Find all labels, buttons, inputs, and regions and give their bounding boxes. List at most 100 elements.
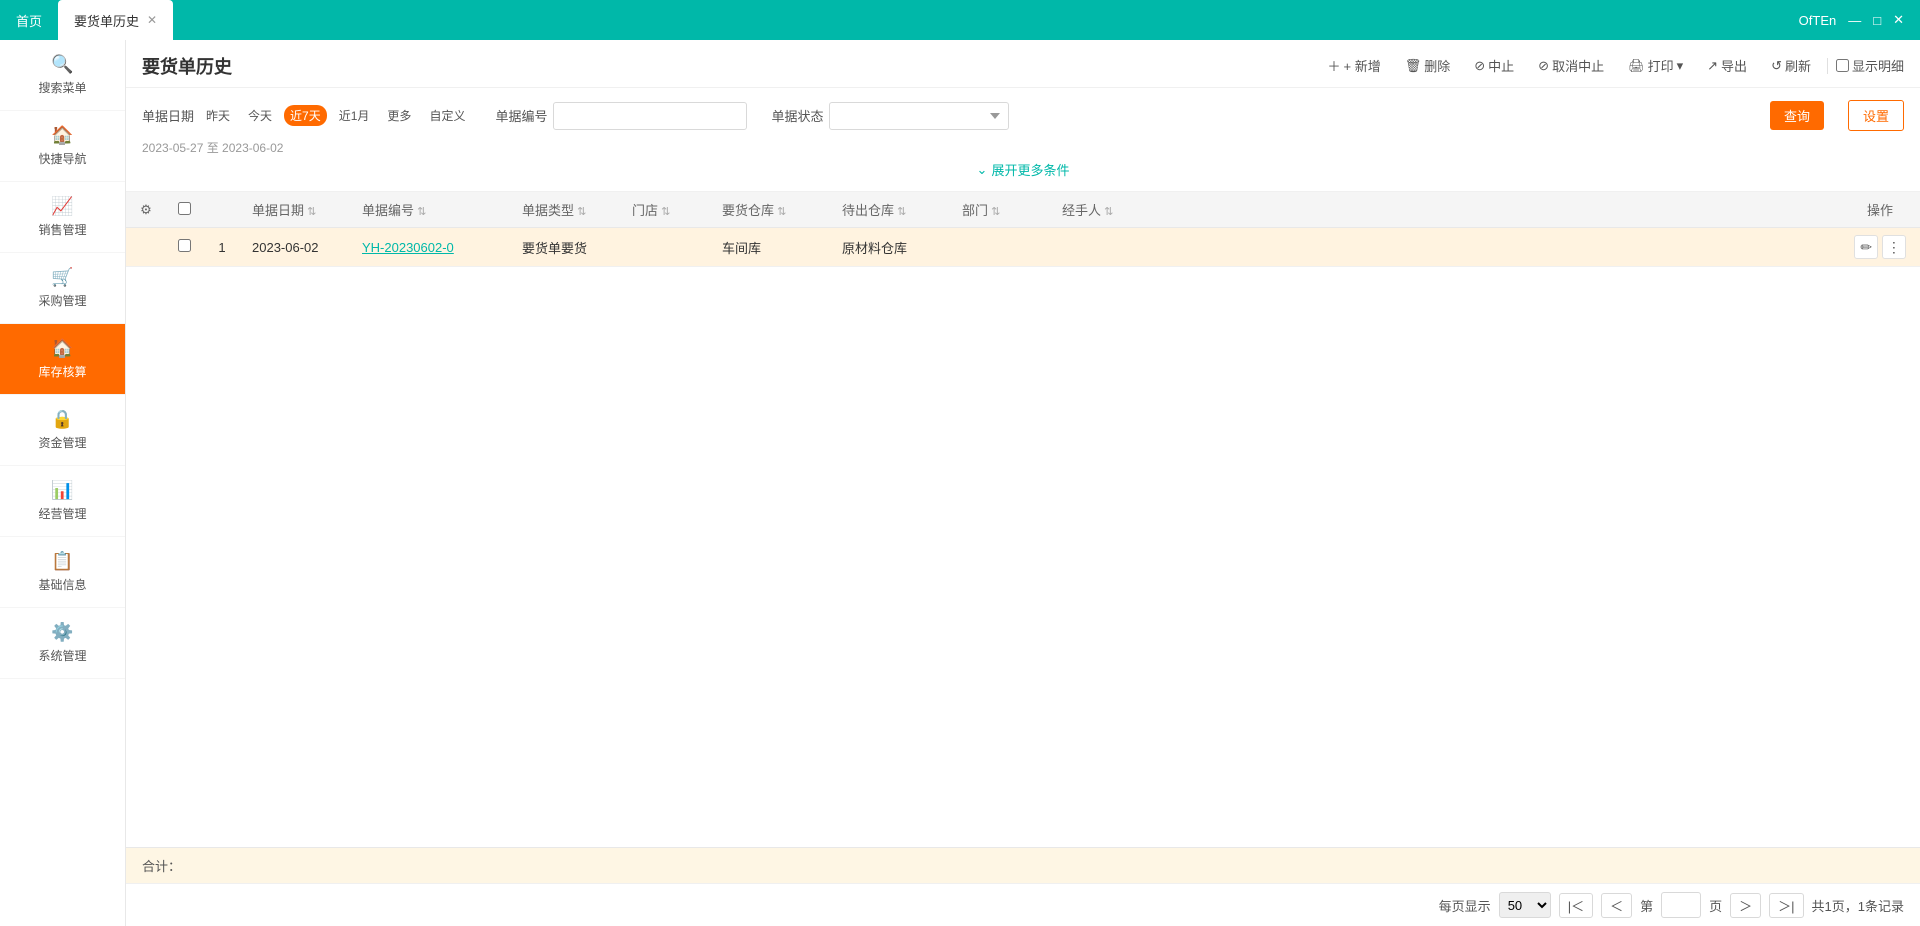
row-edit-btn-1[interactable]: ✏ [1854,235,1878,259]
tab-requisition-history-label: 要货单历史 [74,11,139,30]
page-container: 要货单历史 ＋ + 新增 🗑 删除 ⊘ 中止 ⊘ [126,40,1920,926]
tab-home[interactable]: 首页 [0,0,58,40]
th-no[interactable]: 单据编号 [352,192,512,228]
first-page-btn[interactable]: |＜ [1559,893,1593,918]
last-page-btn[interactable]: ＞| [1769,893,1803,918]
th-date[interactable]: 单据日期 [242,192,352,228]
doc-no-input[interactable] [553,102,747,130]
filter-status-label: 单据状态 [771,106,823,125]
print-icon: 🖨 [1628,58,1645,74]
cancel-stop-button[interactable]: ⊘ 取消中止 [1530,52,1612,79]
action-divider [1827,58,1828,74]
row-no-link-1[interactable]: YH-20230602-0 [362,240,454,255]
th-wait-wh[interactable]: 待出仓库 [832,192,952,228]
sidebar-item-basic-info[interactable]: 📋 基础信息 [0,537,125,608]
display-detail-checkbox[interactable] [1836,59,1849,72]
row-checkbox-1[interactable] [178,239,191,252]
sidebar-item-sales-mgmt-label: 销售管理 [38,221,86,238]
current-page-input[interactable]: 1 [1661,892,1701,918]
next-page-btn[interactable]: ＞ [1730,893,1761,918]
filter-row-1: 单据日期 昨天 今天 近7天 近1月 更多 自定义 单据编号 [142,100,1904,131]
table-area: ⚙ 单据日期 单据编号 单据类型 门店 要货仓库 待出仓库 部门 [126,192,1920,847]
row-req-wh-1: 车间库 [712,228,832,267]
tab-bar: 首页 要货单历史 ✕ [0,0,1799,40]
settings-button[interactable]: 设置 [1848,100,1904,131]
date-btn-1month[interactable]: 近1月 [333,105,376,126]
th-settings[interactable]: ⚙ [126,192,166,228]
row-wait-wh-1: 原材料仓库 [832,228,952,267]
status-select[interactable] [829,102,1009,130]
refresh-button[interactable]: ↺ 刷新 [1763,52,1819,79]
date-btn-more[interactable]: 更多 [381,105,417,126]
row-more-btn-1[interactable]: ⋮ [1882,235,1906,259]
top-bar-right: OfTEn — □ ✕ [1799,12,1920,28]
row-date-1: 2023-06-02 [242,228,352,267]
quick-nav-icon: 🏠 [51,125,73,146]
th-spacer [1162,192,1840,228]
maximize-btn[interactable]: □ [1873,13,1881,28]
print-label: 打印 [1648,56,1674,75]
th-shop[interactable]: 门店 [622,192,712,228]
sidebar-item-inventory-accounting[interactable]: 🏠 库存核算 [0,324,125,395]
select-all-checkbox[interactable] [178,202,191,215]
close-btn[interactable]: ✕ [1893,12,1904,28]
stop-icon: ⊘ [1474,58,1485,74]
date-btn-today[interactable]: 今天 [242,105,278,126]
delete-label: 删除 [1424,56,1450,75]
page-header: 要货单历史 ＋ + 新增 🗑 删除 ⊘ 中止 ⊘ [126,40,1920,88]
content-area: 要货单历史 ＋ + 新增 🗑 删除 ⊘ 中止 ⊘ [126,40,1920,926]
export-icon: ↗ [1707,58,1718,74]
inventory-accounting-icon: 🏠 [51,338,73,359]
row-no-1: YH-20230602-0 [352,228,512,267]
row-handler-1 [1052,228,1162,267]
sidebar-item-quick-nav[interactable]: 🏠 快捷导航 [0,111,125,182]
date-range-display: 2023-05-27 至 2023-06-02 [142,139,1904,156]
per-page-label: 每页显示 [1439,896,1491,915]
print-button[interactable]: 🖨 打印 ▾ [1620,52,1691,79]
export-button[interactable]: ↗ 导出 [1699,52,1755,79]
display-detail-toggle[interactable]: 显示明细 [1836,56,1904,75]
sidebar-item-capital-mgmt[interactable]: 🔒 资金管理 [0,395,125,466]
cancel-stop-icon: ⊘ [1538,58,1549,74]
prev-page-btn[interactable]: ＜ [1601,893,1632,918]
filter-date-label: 单据日期 [142,106,194,125]
stop-label: 中止 [1488,56,1514,75]
capital-mgmt-icon: 🔒 [51,409,73,430]
per-page-select[interactable]: 50 10 20 100 [1499,892,1551,918]
date-btn-7days[interactable]: 近7天 [284,105,327,126]
date-btn-custom[interactable]: 自定义 [423,105,471,126]
filter-doc-no-label: 单据编号 [495,106,547,125]
th-handler[interactable]: 经手人 [1052,192,1162,228]
date-btn-yesterday[interactable]: 昨天 [200,105,236,126]
th-dept[interactable]: 部门 [952,192,1052,228]
export-label: 导出 [1721,56,1747,75]
total-info: 共1页，1条记录 [1812,896,1904,915]
sidebar-item-sales-mgmt[interactable]: 📈 销售管理 [0,182,125,253]
sidebar-item-operations-mgmt-label: 经营管理 [38,505,86,522]
query-button[interactable]: 查询 [1770,101,1824,130]
row-actions-1: ✏ ⋮ [1840,228,1920,267]
sidebar-item-basic-info-label: 基础信息 [38,576,86,593]
sidebar-item-purchase-mgmt[interactable]: 🛒 采购管理 [0,253,125,324]
new-button[interactable]: ＋ + 新增 [1319,52,1388,79]
th-actions: 操作 [1840,192,1920,228]
sidebar-item-search-menu[interactable]: 🔍 搜索菜单 [0,40,125,111]
sales-mgmt-icon: 📈 [51,196,73,217]
expand-more-btn[interactable]: ⌄ 展开更多条件 [142,160,1904,179]
refresh-icon: ↺ [1771,58,1782,74]
tab-close-icon[interactable]: ✕ [147,13,157,27]
sidebar-item-system-mgmt[interactable]: ⚙️ 系统管理 [0,608,125,679]
sidebar-item-search-menu-label: 搜索菜单 [38,79,86,96]
th-type[interactable]: 单据类型 [512,192,622,228]
stop-button[interactable]: ⊘ 中止 [1466,52,1522,79]
row-settings [126,228,166,267]
delete-button[interactable]: 🗑 删除 [1397,52,1459,79]
sidebar-item-system-mgmt-label: 系统管理 [38,647,86,664]
minimize-btn[interactable]: — [1848,13,1861,28]
th-req-wh[interactable]: 要货仓库 [712,192,832,228]
filter-doc-no: 单据编号 [495,102,747,130]
top-bar: 首页 要货单历史 ✕ OfTEn — □ ✕ [0,0,1920,40]
sidebar-item-operations-mgmt[interactable]: 📊 经营管理 [0,466,125,537]
sidebar: 🔍 搜索菜单 🏠 快捷导航 📈 销售管理 🛒 采购管理 🏠 库存核算 🔒 资金管… [0,40,126,926]
tab-requisition-history[interactable]: 要货单历史 ✕ [58,0,173,40]
